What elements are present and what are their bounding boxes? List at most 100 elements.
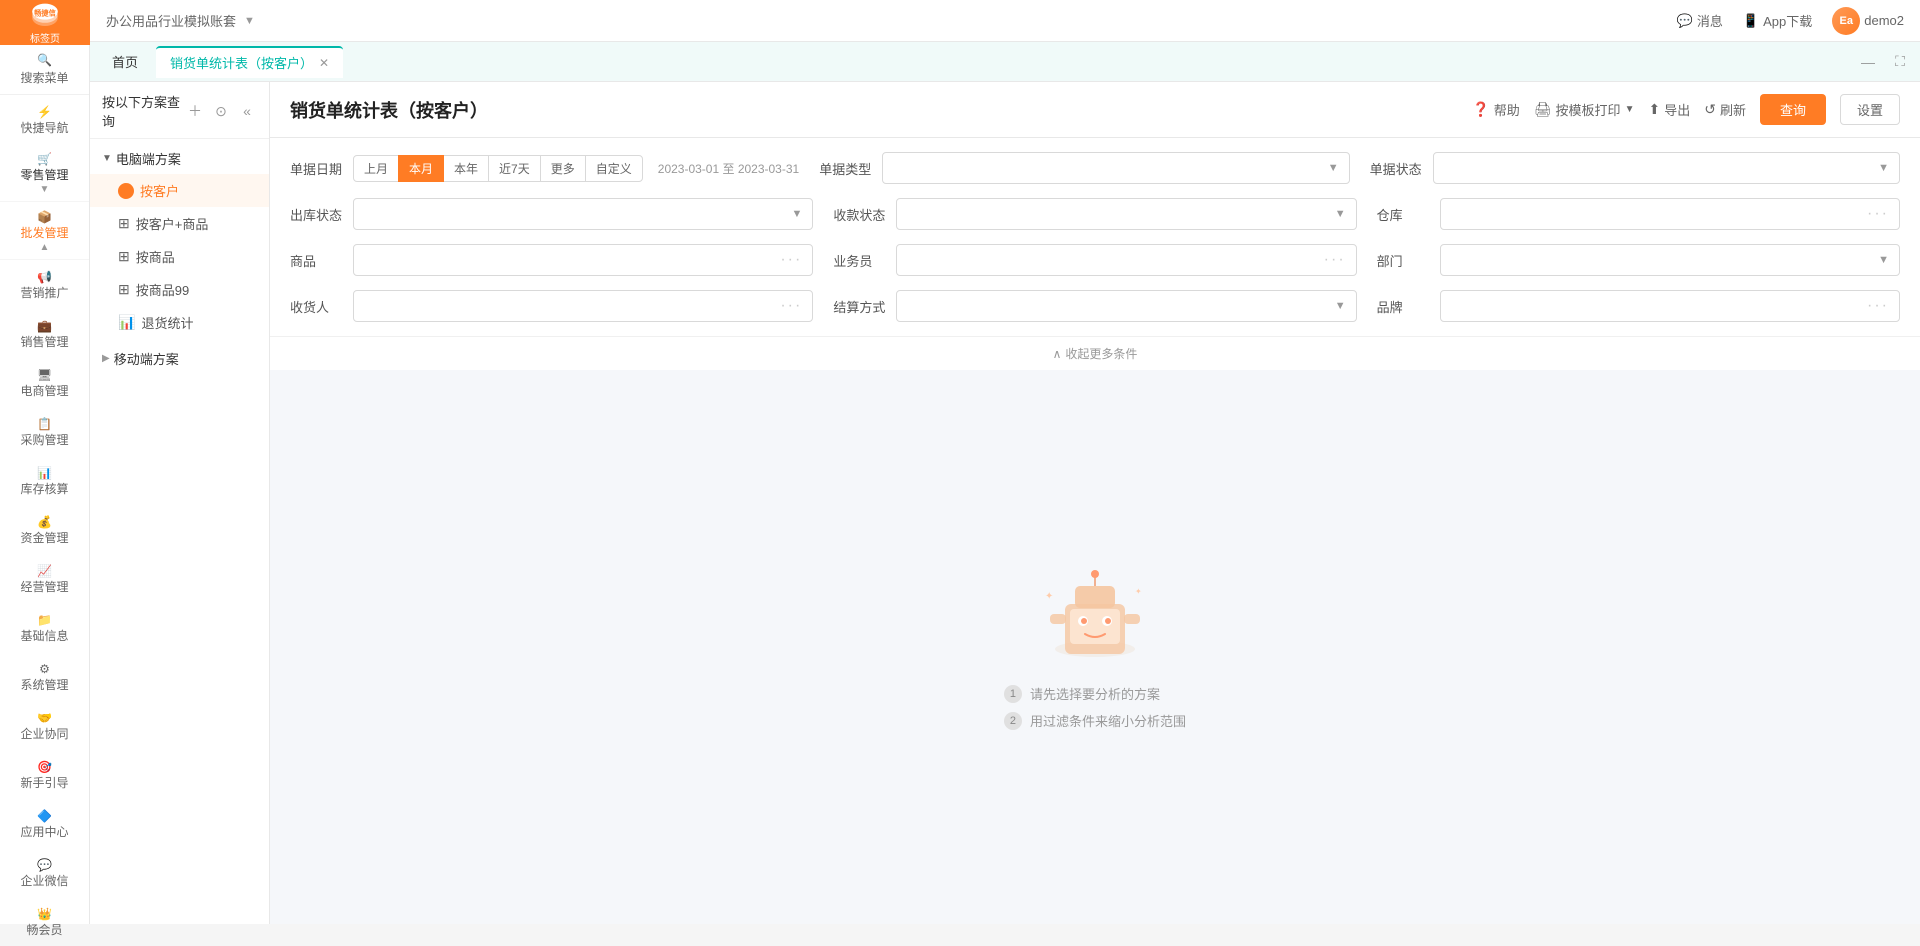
receipt-status-col: 收款状态 ▼ [833,198,1356,230]
sidebar-item-wechat[interactable]: 💬 企业微信 [0,848,89,897]
brand-more-icon[interactable]: ··· [1867,297,1889,315]
scheme-collapse-button[interactable]: « [237,101,257,121]
salesperson-more-icon[interactable]: ··· [1324,251,1346,269]
tab-home[interactable]: 首页 [98,46,152,78]
collapse-bar[interactable]: ∧ 收起更多条件 [270,336,1920,370]
tab-sales-statistics[interactable]: 销货单统计表（按客户） ✕ [156,46,343,78]
scheme-item-by-customer[interactable]: 按 按客户 [90,174,269,207]
download-icon: 📱 [1743,13,1759,29]
brand-select[interactable]: ··· [1440,290,1900,322]
consignee-select[interactable]: ··· [353,290,813,322]
search-icon: 🔍 [37,53,52,67]
mobile-group-label: 移动端方案 [114,349,179,368]
sidebar-item-appcenter[interactable]: 🔷 应用中心 [0,799,89,848]
dept-select[interactable]: ▼ [1440,244,1900,276]
sidebar-item-operations[interactable]: 📈 经营管理 [0,554,89,603]
date-more[interactable]: 更多 [540,155,586,182]
date-custom[interactable]: 自定义 [585,155,643,182]
goods-select[interactable]: ··· [353,244,813,276]
tab-minimize-button[interactable]: — [1856,50,1880,74]
scheme-settings-button[interactable]: ⊙ [211,101,231,121]
message-button[interactable]: 💬 消息 [1677,11,1723,30]
sidebar-item-collab[interactable]: 🤝 企业协同 [0,701,89,750]
order-status-select[interactable]: ▼ [1433,152,1900,184]
filter-area: 单据日期 上月 本月 本年 近7天 更多 自定义 2023-03-01 至 20… [270,138,1920,336]
sidebar-item-inventory[interactable]: 📊 库存核算 [0,456,89,505]
sidebar-basic-info-label: 基础信息 [20,627,68,644]
export-button[interactable]: ⬆ 导出 [1648,100,1690,119]
goods-more-icon[interactable]: ··· [780,251,802,269]
date-buttons: 上月 本月 本年 近7天 更多 自定义 [353,155,642,182]
receipt-status-select[interactable]: ▼ [896,198,1356,230]
salesperson-col: 业务员 ··· [833,244,1356,276]
consignee-more-icon[interactable]: ··· [780,297,802,315]
print-template-button[interactable]: 🖨 按模板打印 ▼ [1534,100,1635,119]
message-icon: 💬 [1677,13,1693,29]
sidebar-item-tutorial[interactable]: 🎯 新手引导 [0,750,89,799]
date-last-month[interactable]: 上月 [353,155,399,182]
payment-select[interactable]: ▼ [896,290,1356,322]
order-status-label: 单据状态 [1370,159,1425,178]
scheme-item-customer-goods[interactable]: ⊞ 按客户+商品 [90,207,269,240]
payment-col: 结算方式 ▼ [833,290,1356,322]
date-this-year[interactable]: 本年 [443,155,489,182]
refresh-button[interactable]: ↺ 刷新 [1704,100,1746,119]
sidebar-item-ecommerce[interactable]: 🖥 电商管理 [0,358,89,407]
help-button[interactable]: ❓ 帮助 [1472,100,1519,119]
query-button[interactable]: 查询 [1760,94,1826,125]
main-area: 办公用品行业模拟账套 ▼ 💬 消息 📱 App下载 Ea demo2 首页 [90,0,1920,924]
settings-button[interactable]: 设置 [1840,94,1900,125]
sidebar-item-sales[interactable]: 💼 销售管理 [0,309,89,358]
salesperson-select[interactable]: ··· [896,244,1356,276]
tab-close-button[interactable]: ✕ [319,57,329,69]
wholesale-icon: 📦 [37,210,52,224]
stock-status-select[interactable]: ▼ [353,198,813,230]
date-last-7days[interactable]: 近7天 [488,155,541,182]
customer-scheme-icon: 按 [118,183,134,199]
mobile-group-toggle[interactable]: ▶ 移动端方案 [90,343,269,374]
tab-maximize-button[interactable]: ⛶ [1888,50,1912,74]
payment-label: 结算方式 [833,297,888,316]
warehouse-select[interactable]: ··· [1440,198,1900,230]
desktop-group-toggle[interactable]: ▼ 电脑端方案 [90,143,269,174]
svg-text:✦: ✦ [1135,587,1142,596]
sidebar-item-purchase[interactable]: 📋 采购管理 [0,407,89,456]
goods-label: 商品 [290,251,345,270]
page-container: 按以下方案查询 ＋ ⊙ « ▼ 电脑端方案 按 按客户 ⊞ [90,82,1920,924]
sidebar-item-marketing[interactable]: 📢 营销推广 [0,260,89,309]
member-icon: 👑 [37,907,52,921]
system-icon: ⚙ [39,662,50,676]
warehouse-more-icon[interactable]: ··· [1867,205,1889,223]
order-status-dropdown-icon: ▼ [1878,162,1889,174]
help-icon: ❓ [1472,101,1489,118]
tutorial-icon: 🎯 [37,760,52,774]
mobile-group-arrow-icon: ▶ [102,353,110,364]
sidebar-item-search[interactable]: 🔍 搜索菜单 [0,45,89,95]
sidebar-item-retail[interactable]: 🛒 零售管理 ▼ [0,144,89,202]
collapse-label: 收起更多条件 [1065,345,1137,362]
sidebar-item-member[interactable]: 👑 畅会员 [0,897,89,946]
print-dropdown-icon: ▼ [1625,104,1635,115]
scheme-header-icons: ＋ ⊙ « [185,101,257,121]
sidebar-item-wholesale[interactable]: 📦 批发管理 ▲ [0,202,89,260]
app-download-button[interactable]: 📱 App下载 [1743,11,1812,30]
sidebar-item-basic-info[interactable]: 📁 基础信息 [0,603,89,652]
scheme-item-by-goods[interactable]: ⊞ 按商品 [90,240,269,273]
collab-icon: 🤝 [37,711,52,725]
user-menu[interactable]: Ea demo2 [1832,7,1904,35]
breadcrumb-dropdown-icon[interactable]: ▼ [244,15,255,27]
sidebar-item-system[interactable]: ⚙ 系统管理 [0,652,89,701]
date-this-month[interactable]: 本月 [398,155,444,182]
scheme-add-button[interactable]: ＋ [185,101,205,121]
collapse-button[interactable]: ∧ 收起更多条件 [1053,345,1138,362]
order-type-select[interactable]: ▼ [882,152,1349,184]
stock-status-col: 出库状态 ▼ [290,198,813,230]
scheme-item-returns[interactable]: 📊 退货统计 [90,306,269,339]
sidebar-item-quicknav[interactable]: ⚡ 快捷导航 [0,95,89,144]
ecommerce-icon: 🖥 [37,368,52,382]
scheme-item-by-goods99[interactable]: ⊞ 按商品99 [90,273,269,306]
filter-row-2: 出库状态 ▼ 收款状态 ▼ 仓库 [290,198,1900,230]
operations-icon: 📈 [37,564,52,578]
goods-scheme-icon: ⊞ [118,248,130,265]
sidebar-item-finance[interactable]: 💰 资金管理 [0,505,89,554]
